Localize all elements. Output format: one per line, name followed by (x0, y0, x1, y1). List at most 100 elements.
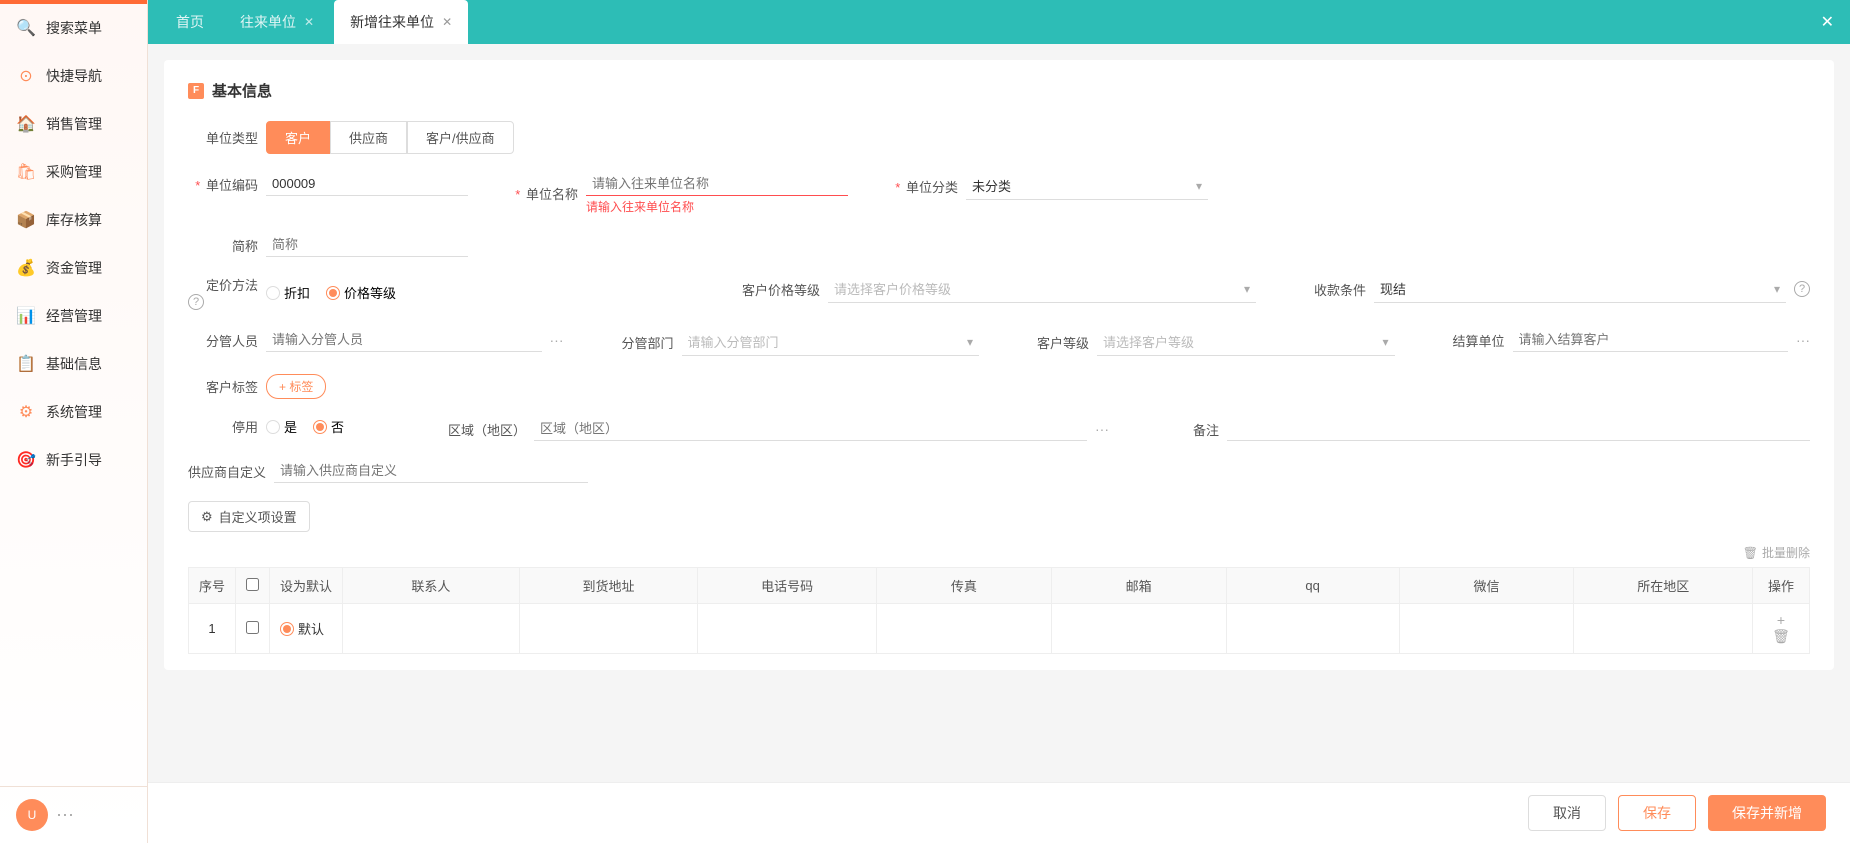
td-contact[interactable] (343, 604, 520, 654)
short-name-input[interactable] (266, 233, 468, 257)
qq-input[interactable] (1237, 621, 1389, 636)
tab-new-partner[interactable]: 新增往来单位 ✕ (334, 0, 468, 44)
pricing-level-inner (329, 289, 337, 297)
pricing-discount-label: 折扣 (284, 283, 310, 302)
sidebar-item-system[interactable]: ⚙ 系统管理 (0, 388, 147, 436)
manager-more-icon[interactable]: ··· (550, 332, 564, 348)
supplier-custom-field: 供应商自定义 (188, 459, 588, 483)
tab-home[interactable]: 首页 (160, 0, 220, 44)
tab-partners[interactable]: 往来单位 ✕ (224, 0, 330, 44)
unit-type-both-btn[interactable]: 客户/供应商 (407, 121, 514, 154)
sidebar-item-newbie[interactable]: 🎯 新手引导 (0, 436, 147, 484)
customer-tag-field: 客户标签 + 标签 (188, 374, 1810, 399)
section-title-text: 基本信息 (212, 80, 272, 101)
address-input[interactable] (530, 621, 688, 636)
remark-input[interactable] (1227, 417, 1810, 441)
add-row-button[interactable]: + (1777, 612, 1785, 628)
unit-code-input[interactable] (266, 172, 468, 196)
settlement-unit-input[interactable] (1513, 328, 1789, 352)
sidebar-item-label: 系统管理 (46, 402, 102, 422)
finance-icon: 💰 (16, 258, 36, 278)
unit-type-group: 客户 供应商 客户/供应商 (266, 121, 514, 154)
settlement-unit-more-icon[interactable]: ··· (1796, 332, 1810, 348)
payment-terms-select[interactable]: 现结 ▾ (1374, 275, 1786, 303)
delete-row-button[interactable]: 🗑 (1772, 628, 1790, 645)
sidebar-item-sales[interactable]: 🏠 销售管理 (0, 100, 147, 148)
wechat-input[interactable] (1410, 621, 1564, 636)
supplier-custom-input[interactable] (274, 459, 588, 483)
td-wechat[interactable] (1399, 604, 1574, 654)
pricing-level-radio[interactable]: 价格等级 (326, 283, 396, 302)
th-region: 所在地区 (1574, 568, 1753, 604)
td-action: + 🗑 (1753, 604, 1810, 654)
phone-input[interactable] (708, 621, 866, 636)
td-qq[interactable] (1226, 604, 1399, 654)
th-seq: 序号 (189, 568, 236, 604)
operations-icon: 📊 (16, 306, 36, 326)
sidebar-item-quick-nav[interactable]: ⊙ 快捷导航 (0, 52, 147, 100)
payment-terms-help-icon[interactable]: ? (1794, 281, 1810, 297)
pricing-level-label: 价格等级 (344, 283, 396, 302)
pricing-method-help-icon[interactable]: ? (188, 294, 204, 310)
custom-settings-button[interactable]: ⚙ 自定义项设置 (188, 501, 310, 532)
sidebar-item-label: 采购管理 (46, 162, 102, 182)
default-radio-outer (280, 622, 294, 636)
region-input[interactable] (534, 417, 1087, 441)
email-input[interactable] (1062, 621, 1216, 636)
unit-name-input[interactable] (586, 172, 848, 195)
basic-info-card: F 基本信息 单位类型 客户 供应商 客户/供应商 (164, 60, 1834, 670)
sidebar-item-label: 销售管理 (46, 114, 102, 134)
customer-price-level-placeholder: 请选择客户价格等级 (834, 279, 1240, 298)
sidebar-item-basic[interactable]: 📋 基础信息 (0, 340, 147, 388)
td-region[interactable] (1574, 604, 1753, 654)
customer-price-level-label: 客户价格等级 (742, 280, 820, 299)
department-select[interactable]: 请输入分管部门 ▾ (682, 328, 980, 356)
default-radio[interactable]: 默认 (280, 619, 332, 638)
region-input-row[interactable] (1584, 621, 1742, 636)
system-icon: ⚙ (16, 402, 36, 422)
region-more-icon[interactable]: ··· (1095, 421, 1109, 437)
unit-type-supplier-btn[interactable]: 供应商 (330, 121, 407, 154)
sidebar-item-label: 基础信息 (46, 354, 102, 374)
select-all-checkbox[interactable] (246, 578, 259, 591)
pricing-discount-radio[interactable]: 折扣 (266, 283, 310, 302)
unit-name-label: * 单位名称 (508, 184, 578, 203)
pricing-method-field: 定价方法 ? 折扣 价格等级 (188, 275, 702, 310)
window-close-icon[interactable]: ✕ (1821, 12, 1834, 32)
td-fax[interactable] (876, 604, 1051, 654)
unit-category-label: * 单位分类 (888, 177, 958, 196)
sidebar-item-purchase[interactable]: 🛍 采购管理 (0, 148, 147, 196)
customer-price-level-select[interactable]: 请选择客户价格等级 ▾ (828, 275, 1256, 303)
save-button[interactable]: 保存 (1618, 795, 1696, 831)
add-tag-button[interactable]: + 标签 (266, 374, 326, 399)
unit-category-select[interactable]: 未分类 ▾ (966, 172, 1208, 200)
unit-type-customer-btn[interactable]: 客户 (266, 121, 330, 154)
disabled-yes-radio[interactable]: 是 (266, 417, 297, 436)
disabled-no-radio[interactable]: 否 (313, 417, 344, 436)
unit-code-field: * 单位编码 (188, 172, 468, 196)
manager-input[interactable] (266, 328, 542, 352)
cancel-button[interactable]: 取消 (1528, 795, 1606, 831)
sidebar-item-operations[interactable]: 📊 经营管理 (0, 292, 147, 340)
inventory-icon: 📦 (16, 210, 36, 230)
sidebar-item-finance[interactable]: 💰 资金管理 (0, 244, 147, 292)
td-address[interactable] (519, 604, 698, 654)
remark-label: 备注 (1149, 420, 1219, 439)
tab-new-partner-close[interactable]: ✕ (442, 15, 452, 29)
tab-partners-close[interactable]: ✕ (304, 15, 314, 29)
td-phone[interactable] (698, 604, 877, 654)
sidebar-item-inventory[interactable]: 📦 库存核算 (0, 196, 147, 244)
customer-level-select[interactable]: 请选择客户等级 ▾ (1097, 328, 1395, 356)
section-title: F 基本信息 (188, 80, 1810, 101)
batch-delete-button[interactable]: 🗑 批量删除 (1743, 544, 1810, 561)
supplier-custom-row: 供应商自定义 (188, 459, 1810, 483)
unit-type-field: 单位类型 客户 供应商 客户/供应商 (188, 121, 1810, 154)
contact-input[interactable] (353, 621, 509, 636)
remark-field: 备注 (1149, 417, 1810, 441)
save-and-new-button[interactable]: 保存并新增 (1708, 795, 1826, 831)
td-email[interactable] (1051, 604, 1226, 654)
row-checkbox[interactable] (246, 621, 259, 634)
fax-input[interactable] (887, 621, 1041, 636)
payment-terms-value: 现结 (1380, 279, 1770, 298)
sidebar-item-search[interactable]: 🔍 搜索菜单 (0, 4, 147, 52)
